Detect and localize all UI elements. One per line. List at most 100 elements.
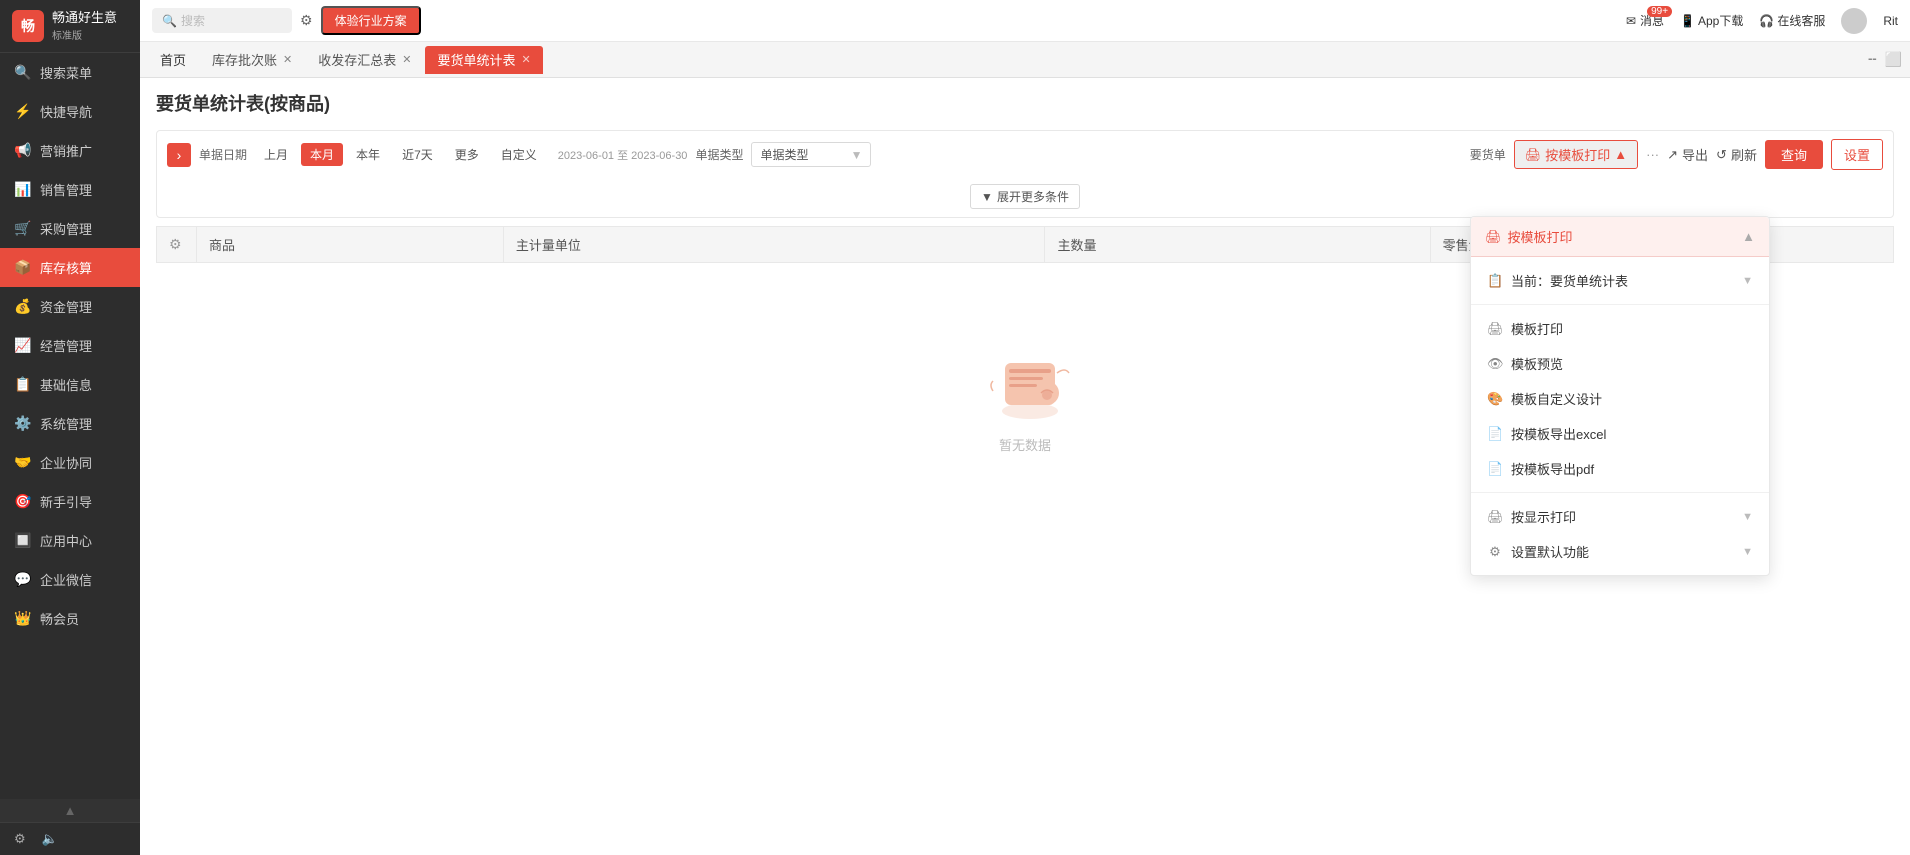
requisition-filter-label: 要货单	[1470, 146, 1506, 163]
sidebar-item-member[interactable]: 👑 畅会员	[0, 599, 140, 638]
date-btn-more[interactable]: 更多	[446, 143, 488, 166]
sidebar-item-guide[interactable]: 🎯 新手引导	[0, 482, 140, 521]
dropdown-item-set-default[interactable]: ⚙ 设置默认功能 ▼	[1471, 534, 1769, 569]
sidebar-item-label: 经营管理	[40, 336, 92, 355]
column-settings-icon[interactable]: ⚙	[169, 236, 182, 252]
topbar-gear-icon[interactable]: ⚙	[300, 12, 313, 29]
filter-expand-icon[interactable]: ›	[167, 143, 191, 167]
export-button[interactable]: 导出	[1682, 145, 1708, 164]
tab-receipt-summary-label: 收发存汇总表	[318, 50, 396, 69]
sidebar-item-operation[interactable]: 📈 经营管理	[0, 326, 140, 365]
sidebar-item-marketing[interactable]: 📢 营销推广	[0, 131, 140, 170]
toolbar-actions: 要货单 🖨 按模板打印 ▲ ··· ↗ 导出	[1470, 139, 1883, 170]
tab-home-label: 首页	[160, 50, 186, 69]
date-btn-last-month[interactable]: 上月	[255, 143, 297, 166]
minimize-button[interactable]: ╌	[1868, 51, 1876, 68]
sidebar-up-arrow[interactable]: ▲	[0, 799, 140, 822]
tab-requisition-stats[interactable]: 要货单统计表 ✕	[425, 46, 542, 74]
type-select-value: 单据类型	[760, 146, 808, 163]
tab-receipt-summary-close[interactable]: ✕	[402, 53, 411, 66]
sidebar-item-search-menu[interactable]: 🔍 搜索菜单	[0, 53, 140, 92]
sidebar-item-wechat[interactable]: 💬 企业微信	[0, 560, 140, 599]
table-header-product: 商品	[197, 227, 504, 263]
sidebar-item-appstore[interactable]: 🔲 应用中心	[0, 521, 140, 560]
refresh-button[interactable]: 刷新	[1731, 145, 1757, 164]
refresh-icon: ↺	[1716, 147, 1727, 163]
current-template-label: 📋 当前：要货单统计表	[1487, 271, 1628, 290]
dropdown-item-export-pdf[interactable]: 📄 按模板导出pdf	[1471, 451, 1769, 486]
tab-inventory-batch[interactable]: 库存批次账 ✕	[200, 46, 304, 74]
display-print-text: 按显示打印	[1511, 507, 1576, 526]
settings-icon[interactable]: ⚙	[14, 831, 26, 847]
sidebar: 畅 畅通好生意 标准版 🔍 搜索菜单 ⚡ 快捷导航 📢 营销推广 📊 销售管理 …	[0, 0, 140, 855]
logo-name: 畅通好生意	[52, 10, 117, 27]
page-title: 要货单统计表(按商品)	[156, 90, 1894, 116]
sidebar-item-basic[interactable]: 📋 基础信息	[0, 365, 140, 404]
online-service-button[interactable]: 🎧 在线客服	[1759, 12, 1825, 29]
expand-more-button[interactable]: ▼ 展开更多条件	[970, 184, 1080, 209]
sidebar-item-collab[interactable]: 🤝 企业协同	[0, 443, 140, 482]
empty-text: 暂无数据	[999, 435, 1051, 454]
dropdown-item-export-excel[interactable]: 📄 按模板导出excel	[1471, 416, 1769, 451]
trial-button[interactable]: 体验行业方案	[321, 6, 421, 35]
logo-icon: 畅	[12, 10, 44, 42]
settings-button[interactable]: 设置	[1831, 139, 1883, 170]
topbar-search[interactable]: 🔍 搜索	[152, 8, 292, 33]
sound-icon[interactable]: 🔈	[42, 831, 58, 847]
window-controls: ╌ ⬜	[1868, 51, 1902, 68]
dropdown-up-icon[interactable]: ▲	[1742, 229, 1755, 244]
dropdown-item-template-preview[interactable]: 👁 模板预览	[1471, 346, 1769, 381]
logo-text-group: 畅通好生意 标准版	[52, 10, 117, 42]
template-preview-label: 模板预览	[1511, 354, 1563, 373]
sidebar-item-inventory[interactable]: 📦 库存核算	[0, 248, 140, 287]
dropdown-item-template-print[interactable]: 🖨 模板打印	[1471, 311, 1769, 346]
tab-inventory-batch-close[interactable]: ✕	[283, 53, 292, 66]
date-btn-this-month[interactable]: 本月	[301, 143, 343, 166]
dropdown-current-template[interactable]: 📋 当前：要货单统计表 ▼	[1471, 263, 1769, 298]
print-button[interactable]: 🖨 按模板打印 ▲	[1514, 140, 1638, 169]
sidebar-item-label: 快捷导航	[40, 102, 92, 121]
service-label: 在线客服	[1777, 12, 1825, 29]
more-options-icon[interactable]: ···	[1646, 147, 1659, 162]
dropdown-header-title: 按模板打印	[1508, 227, 1573, 246]
dropdown-display-section: 🖨 按显示打印 ▼ ⚙ 设置默认功能 ▼	[1471, 493, 1769, 575]
date-btn-custom[interactable]: 自定义	[492, 143, 546, 166]
date-btn-this-year[interactable]: 本年	[347, 143, 389, 166]
sales-icon: 📊	[14, 181, 32, 198]
sidebar-item-quick-nav[interactable]: ⚡ 快捷导航	[0, 92, 140, 131]
export-pdf-icon: 📄	[1487, 461, 1503, 477]
app-download-button[interactable]: 📱 App下载	[1680, 12, 1743, 29]
finance-icon: 💰	[14, 298, 32, 315]
main-content: 🔍 搜索 ⚙ 体验行业方案 ✉ 消息 99+ 📱 App下载 🎧 在线客服 Ri…	[140, 0, 1910, 855]
sidebar-item-label: 库存核算	[40, 258, 92, 277]
dropdown-item-display-print[interactable]: 🖨 按显示打印 ▼	[1471, 499, 1769, 534]
query-button[interactable]: 查询	[1765, 140, 1823, 169]
search-icon: 🔍	[162, 14, 177, 28]
current-template-arrow: ▼	[1742, 275, 1753, 287]
date-btn-7days[interactable]: 近7天	[393, 143, 442, 166]
tab-home[interactable]: 首页	[148, 46, 198, 74]
sidebar-item-purchase[interactable]: 🛒 采购管理	[0, 209, 140, 248]
tab-requisition-stats-close[interactable]: ✕	[522, 53, 531, 66]
type-filter-select[interactable]: 单据类型 ▼	[751, 142, 871, 167]
export-excel-icon: 📄	[1487, 426, 1503, 442]
maximize-button[interactable]: ⬜	[1885, 51, 1902, 68]
sidebar-nav: 🔍 搜索菜单 ⚡ 快捷导航 📢 营销推广 📊 销售管理 🛒 采购管理 📦 库存核…	[0, 53, 140, 799]
tab-receipt-summary[interactable]: 收发存汇总表 ✕	[306, 46, 423, 74]
template-design-icon: 🎨	[1487, 391, 1503, 407]
template-print-label: 模板打印	[1511, 319, 1563, 338]
sidebar-item-sales[interactable]: 📊 销售管理	[0, 170, 140, 209]
table-header-quantity: 主数量	[1045, 227, 1430, 263]
topbar: 🔍 搜索 ⚙ 体验行业方案 ✉ 消息 99+ 📱 App下载 🎧 在线客服 Ri…	[140, 0, 1910, 42]
dropdown-item-template-design[interactable]: 🎨 模板自定义设计	[1471, 381, 1769, 416]
export-pdf-label: 按模板导出pdf	[1511, 459, 1594, 478]
sidebar-item-finance[interactable]: 💰 资金管理	[0, 287, 140, 326]
table-header-settings[interactable]: ⚙	[157, 227, 197, 263]
set-default-icon: ⚙	[1487, 544, 1503, 560]
display-print-arrow: ▼	[1742, 511, 1753, 523]
avatar[interactable]	[1841, 8, 1867, 34]
message-button[interactable]: ✉ 消息 99+	[1626, 12, 1664, 29]
sidebar-item-system[interactable]: ⚙️ 系统管理	[0, 404, 140, 443]
chevron-down-icon: ▼	[981, 190, 993, 204]
sidebar-item-label: 资金管理	[40, 297, 92, 316]
